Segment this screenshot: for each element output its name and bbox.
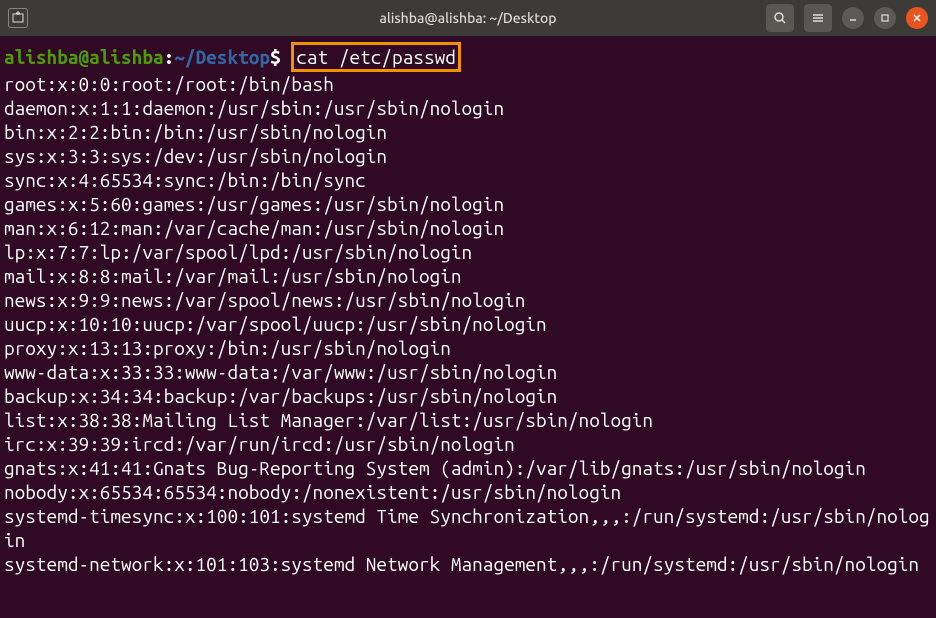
command-highlight: cat /etc/passwd <box>291 42 461 72</box>
prompt-path: ~/Desktop <box>174 46 270 68</box>
maximize-button[interactable] <box>874 7 896 29</box>
minimize-button[interactable] <box>842 7 864 29</box>
window-titlebar: alishba@alishba: ~/Desktop <box>0 0 936 36</box>
titlebar-right <box>766 4 928 32</box>
new-tab-icon[interactable] <box>8 8 28 28</box>
prompt-user-host: alishba@alishba <box>4 46 164 68</box>
terminal-output: root:x:0:0:root:/root:/bin/bash daemon:x… <box>4 73 930 575</box>
window-title: alishba@alishba: ~/Desktop <box>379 6 556 30</box>
titlebar-left <box>8 8 28 28</box>
prompt-colon: : <box>164 46 175 68</box>
menu-button[interactable] <box>804 4 832 32</box>
prompt-dollar: $ <box>270 46 281 68</box>
search-button[interactable] <box>766 4 794 32</box>
terminal-content[interactable]: alishba@alishba:~/Desktop$ cat /etc/pass… <box>0 36 936 582</box>
close-button[interactable] <box>906 7 928 29</box>
